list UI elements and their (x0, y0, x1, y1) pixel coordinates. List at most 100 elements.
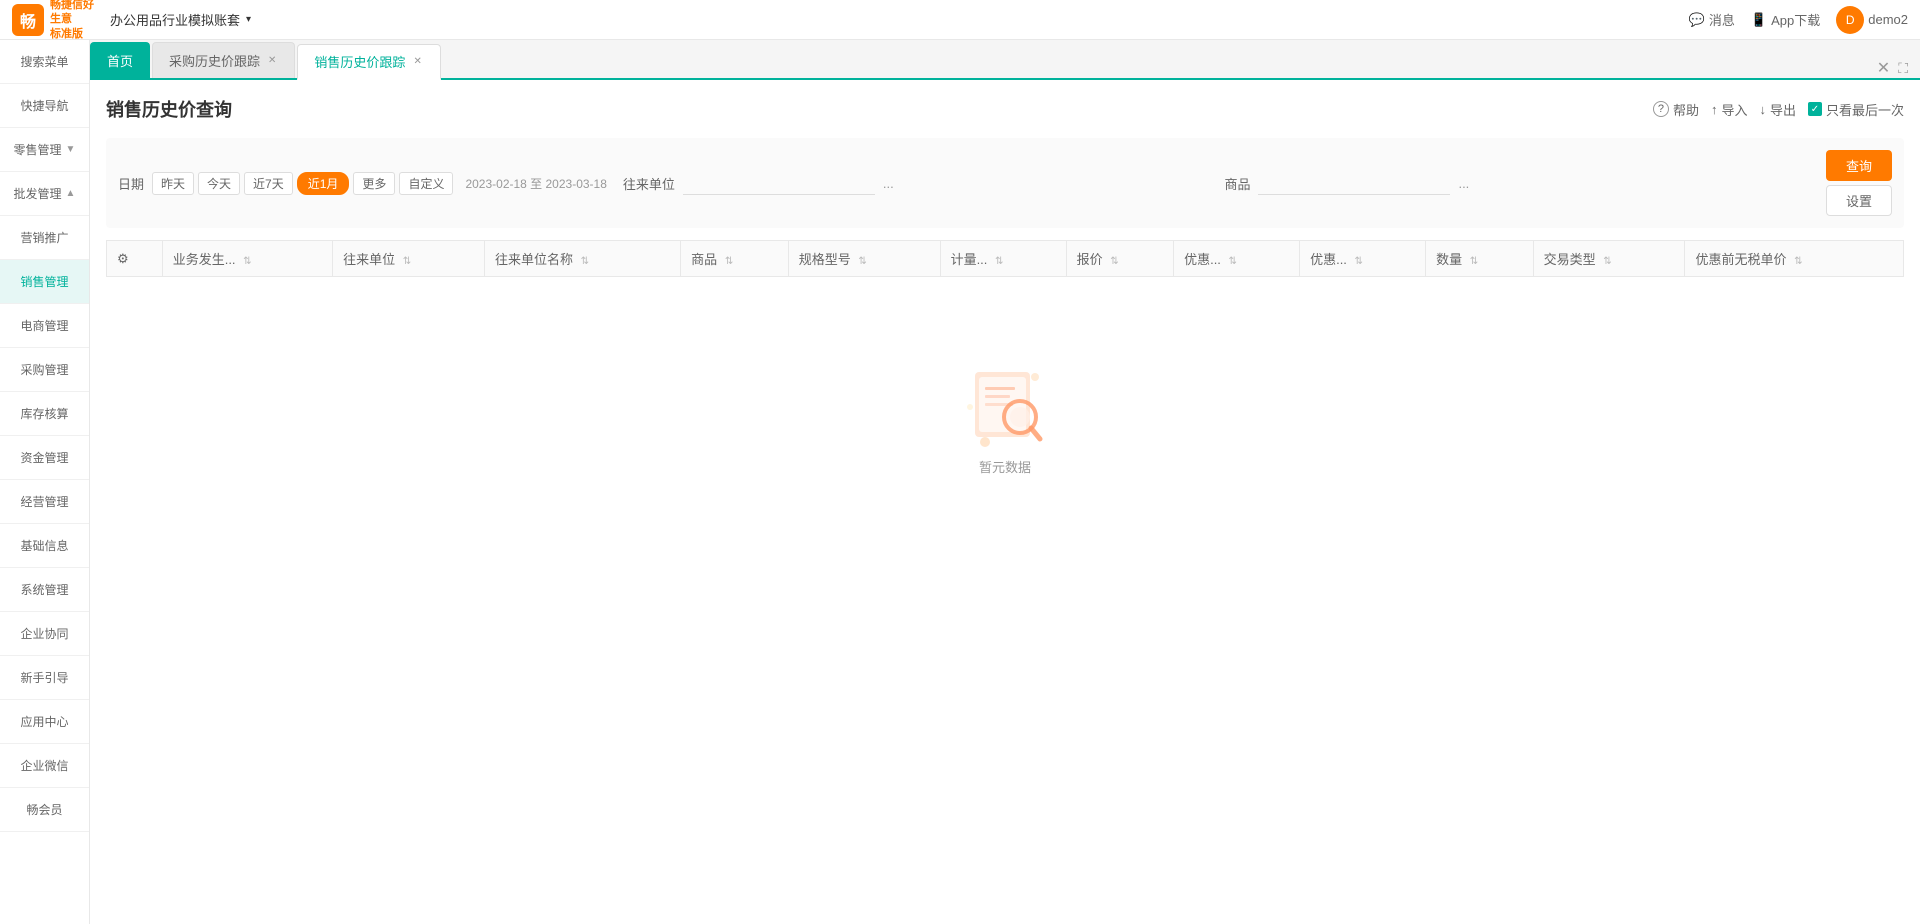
date-range-display: 2023-02-18 至 2023-03-18 (465, 175, 606, 192)
settings-button[interactable]: 设置 (1826, 185, 1892, 216)
date-btn-last7days[interactable]: 近7天 (244, 172, 293, 195)
import-btn[interactable]: ↑ 导入 (1711, 100, 1748, 119)
message-icon: 💬 (1689, 12, 1705, 28)
th-trade-type[interactable]: 交易类型 ⇅ (1533, 241, 1685, 277)
user-profile[interactable]: D demo2 (1836, 6, 1908, 34)
sidebar-item-basic-info[interactable]: 基础信息 (0, 524, 89, 568)
date-btn-yesterday[interactable]: 昨天 (152, 172, 194, 195)
partner-input[interactable] (683, 171, 875, 195)
sidebar-item-enterprise-collab[interactable]: 企业协同 (0, 612, 89, 656)
gear-icon: ⚙ (117, 251, 129, 266)
th-gear[interactable]: ⚙ (107, 241, 163, 277)
th-quantity[interactable]: 数量 ⇅ (1426, 241, 1534, 277)
query-button[interactable]: 查询 (1826, 150, 1892, 181)
chevron-up-icon: ▲ (66, 188, 76, 199)
avatar: D (1836, 6, 1864, 34)
page-title: 销售历史价查询 (106, 96, 232, 122)
empty-state-row: 暂元数据 (107, 277, 1904, 557)
empty-illustration (955, 357, 1055, 457)
only-last-checkbox-wrap[interactable]: ✓ 只看最后一次 (1808, 100, 1904, 119)
tab-sales-history[interactable]: 销售历史价跟踪 ✕ (297, 44, 440, 80)
date-btn-more[interactable]: 更多 (353, 172, 395, 195)
sidebar-item-ecommerce-mgmt[interactable]: 电商管理 (0, 304, 89, 348)
product-dots-btn[interactable]: ... (1458, 176, 1469, 191)
date-btn-custom[interactable]: 自定义 (399, 172, 453, 195)
sort-icon-spec: ⇅ (858, 256, 866, 267)
maximize-btn[interactable]: ⛶ (1898, 60, 1908, 77)
help-btn[interactable]: ? 帮助 (1653, 100, 1699, 119)
date-btn-today[interactable]: 今天 (198, 172, 240, 195)
tab-purchase-history[interactable]: 采购历史价跟踪 ✕ (152, 42, 295, 78)
product-filter-group: 商品 ... (1224, 171, 1810, 195)
table-wrap: ⚙ 业务发生... ⇅ 往来单位 ⇅ 往来单位名称 (106, 240, 1904, 556)
sidebar-item-app-center[interactable]: 应用中心 (0, 700, 89, 744)
message-btn[interactable]: 💬 消息 (1689, 10, 1735, 29)
sidebar-item-quick-nav[interactable]: 快捷导航 (0, 84, 89, 128)
product-input[interactable] (1258, 171, 1450, 195)
tab-home[interactable]: 首页 (90, 42, 150, 78)
tab-close-sales-history[interactable]: ✕ (411, 54, 423, 69)
dropdown-icon[interactable]: ▾ (246, 14, 251, 25)
chevron-down-icon: ▼ (66, 144, 76, 155)
sidebar-item-finance-mgmt[interactable]: 资金管理 (0, 436, 89, 480)
logo-icon: 畅 (12, 4, 44, 36)
sidebar-item-sales-mgmt[interactable]: 销售管理 (0, 260, 89, 304)
partner-label: 往来单位 (623, 174, 675, 193)
partner-dots-btn[interactable]: ... (883, 176, 894, 191)
th-partner-name[interactable]: 往来单位名称 ⇅ (484, 241, 680, 277)
th-product[interactable]: 商品 ⇅ (681, 241, 789, 277)
sort-icon-trade-type: ⇅ (1603, 256, 1611, 267)
table-header-row: ⚙ 业务发生... ⇅ 往来单位 ⇅ 往来单位名称 (107, 241, 1904, 277)
sort-icon-quantity: ⇅ (1470, 256, 1478, 267)
sidebar-item-enterprise-wechat[interactable]: 企业微信 (0, 744, 89, 788)
th-discount1[interactable]: 优惠... ⇅ (1174, 241, 1300, 277)
product-label: 商品 (1224, 174, 1250, 193)
sidebar-item-search-menu[interactable]: 搜索菜单 (0, 40, 89, 84)
tab-close-purchase-history[interactable]: ✕ (266, 53, 278, 68)
app-download-icon: 📱 (1751, 12, 1767, 28)
only-last-checkbox[interactable]: ✓ (1808, 102, 1822, 116)
sidebar-item-ops-mgmt[interactable]: 经营管理 (0, 480, 89, 524)
date-filter-group: 日期 昨天 今天 近7天 近1月 更多 自定义 2023-02-18 至 202… (118, 172, 607, 195)
app-title-area: 办公用品行业模拟账套 ▾ (110, 10, 1681, 29)
th-spec[interactable]: 规格型号 ⇅ (788, 241, 940, 277)
sort-icon-biz-date: ⇅ (243, 256, 251, 267)
date-btn-last1month[interactable]: 近1月 (297, 172, 350, 195)
th-pre-discount-price[interactable]: 优惠前无税单价 ⇅ (1685, 241, 1904, 277)
tab-bar: 首页 采购历史价跟踪 ✕ 销售历史价跟踪 ✕ ✕ ⛶ (90, 40, 1920, 80)
th-discount2[interactable]: 优惠... ⇅ (1300, 241, 1426, 277)
empty-text: 暂元数据 (979, 457, 1031, 476)
table-body: 暂元数据 (107, 277, 1904, 557)
close-window-btn[interactable]: ✕ (1877, 58, 1890, 78)
sort-icon-unit: ⇅ (995, 256, 1003, 267)
logo-area: 畅 畅捷信好生意 标准版 (12, 0, 102, 41)
sort-icon-discount1: ⇅ (1229, 256, 1237, 267)
sidebar-item-inventory-check[interactable]: 库存核算 (0, 392, 89, 436)
sidebar-item-purchase-mgmt[interactable]: 采购管理 (0, 348, 89, 392)
app-title: 办公用品行业模拟账套 (110, 10, 240, 29)
partner-filter-group: 往来单位 ... (623, 171, 1209, 195)
th-quote[interactable]: 报价 ⇅ (1066, 241, 1174, 277)
sidebar-item-retail-mgmt[interactable]: 零售管理 ▼ (0, 128, 89, 172)
export-btn[interactable]: ↓ 导出 (1759, 100, 1796, 119)
sidebar-item-member[interactable]: 畅会员 (0, 788, 89, 832)
app-download-btn[interactable]: 📱 App下载 (1751, 10, 1820, 29)
th-partner-code[interactable]: 往来单位 ⇅ (333, 241, 485, 277)
export-icon: ↓ (1759, 102, 1766, 117)
sidebar-item-wholesale-mgmt[interactable]: 批发管理 ▲ (0, 172, 89, 216)
sidebar: 搜索菜单 快捷导航 零售管理 ▼ 批发管理 ▲ 营销推广 销售管理 电商管理 采… (0, 40, 90, 924)
content-area: 首页 采购历史价跟踪 ✕ 销售历史价跟踪 ✕ ✕ ⛶ 销售历史价查询 (90, 40, 1920, 924)
sort-icon-quote: ⇅ (1110, 256, 1118, 267)
sidebar-item-beginner-guide[interactable]: 新手引导 (0, 656, 89, 700)
th-unit[interactable]: 计量... ⇅ (940, 241, 1066, 277)
th-biz-date[interactable]: 业务发生... ⇅ (162, 241, 332, 277)
date-buttons: 昨天 今天 近7天 近1月 更多 自定义 (152, 172, 453, 195)
sort-icon-partner-code: ⇅ (403, 256, 411, 267)
date-label: 日期 (118, 174, 144, 193)
top-bar: 畅 畅捷信好生意 标准版 办公用品行业模拟账套 ▾ 💬 消息 📱 App下载 D… (0, 0, 1920, 40)
top-bar-right: 💬 消息 📱 App下载 D demo2 (1689, 6, 1908, 34)
sidebar-item-system-mgmt[interactable]: 系统管理 (0, 568, 89, 612)
sort-icon-pre-discount-price: ⇅ (1794, 256, 1802, 267)
main-layout: 搜索菜单 快捷导航 零售管理 ▼ 批发管理 ▲ 营销推广 销售管理 电商管理 采… (0, 40, 1920, 924)
sidebar-item-marketing[interactable]: 营销推广 (0, 216, 89, 260)
